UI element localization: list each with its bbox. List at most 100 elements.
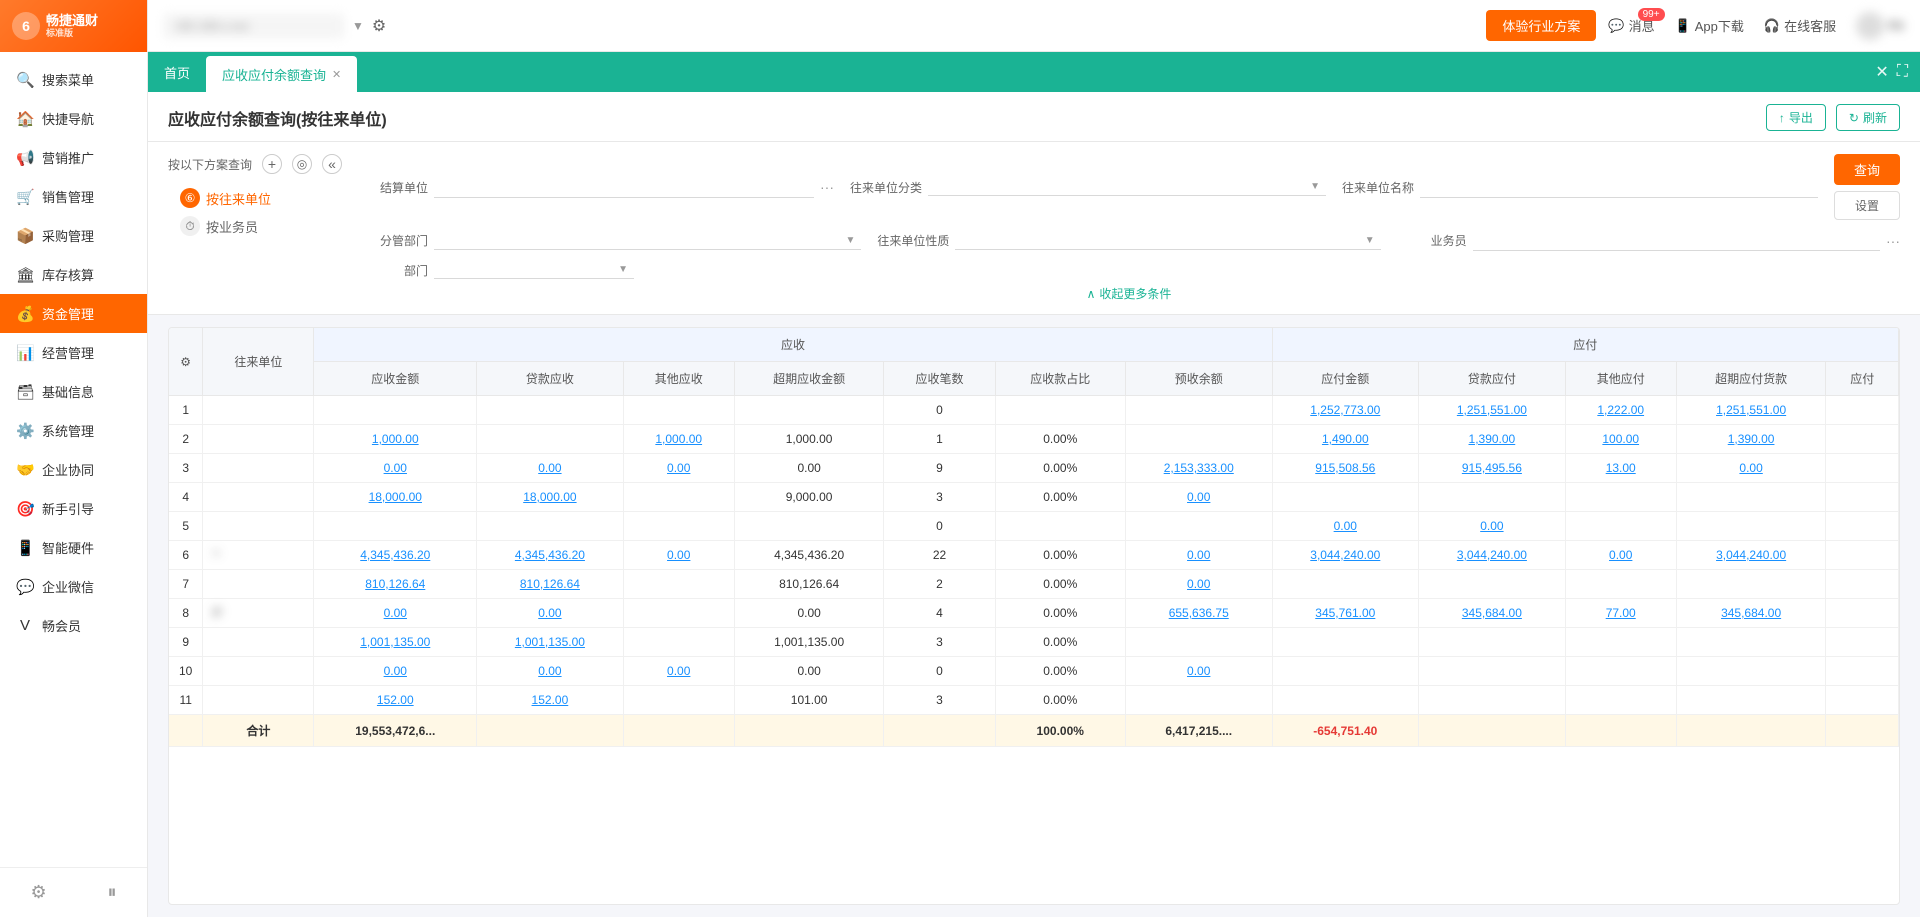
td-ap-other[interactable] — [1565, 512, 1676, 541]
online-service[interactable]: 🎧 在线客服 — [1764, 16, 1836, 35]
td-ap-other[interactable]: 1,222.00 — [1565, 396, 1676, 425]
td-ar-other[interactable] — [623, 512, 734, 541]
td-ap-other[interactable] — [1565, 657, 1676, 686]
filter-select-laiwai-fenlei[interactable]: ▼ — [928, 178, 1326, 196]
td-ar-loan[interactable]: 4,345,436.20 — [477, 541, 624, 570]
td-ar-loan[interactable]: 810,126.64 — [477, 570, 624, 599]
td-ap-overdue[interactable] — [1676, 686, 1826, 715]
sidebar-item-marketing[interactable]: 📢营销推广 — [0, 138, 147, 177]
td-ap-amount[interactable]: 915,508.56 — [1272, 454, 1419, 483]
setting-btn[interactable]: 设置 — [1834, 191, 1900, 220]
td-ap-amount[interactable] — [1272, 570, 1419, 599]
td-ar-loan[interactable]: 0.00 — [477, 657, 624, 686]
sidebar-item-hardware[interactable]: 📱智能硬件 — [0, 528, 147, 567]
td-ap-other[interactable]: 77.00 — [1565, 599, 1676, 628]
th-settings[interactable]: ⚙ — [169, 328, 203, 396]
td-ar-prepay[interactable] — [1125, 396, 1272, 425]
td-ar-prepay[interactable]: 2,153,333.00 — [1125, 454, 1272, 483]
td-ar-other[interactable] — [623, 570, 734, 599]
td-ar-amount[interactable] — [314, 512, 477, 541]
td-ar-other[interactable] — [623, 483, 734, 512]
sidebar-item-member[interactable]: V畅会员 — [0, 606, 147, 645]
filter-input-yewuyuan[interactable] — [1473, 230, 1880, 251]
topnav-addr-arrow-icon[interactable]: ▼ — [352, 19, 364, 33]
td-ar-amount[interactable]: 0.00 — [314, 599, 477, 628]
td-ar-prepay[interactable]: 0.00 — [1125, 541, 1272, 570]
td-ap-other[interactable] — [1565, 686, 1676, 715]
sidebar-item-base[interactable]: 🗃基础信息 — [0, 372, 147, 411]
td-ap-amount[interactable]: 345,761.00 — [1272, 599, 1419, 628]
topnav-message[interactable]: 💬 消息 99+ — [1608, 16, 1654, 35]
td-ar-amount[interactable]: 152.00 — [314, 686, 477, 715]
td-ap-overdue[interactable]: 3,044,240.00 — [1676, 541, 1826, 570]
td-ap-amount[interactable] — [1272, 628, 1419, 657]
td-ar-loan[interactable]: 152.00 — [477, 686, 624, 715]
td-ar-amount[interactable]: 1,000.00 — [314, 425, 477, 454]
td-ar-amount[interactable]: 1,001,135.00 — [314, 628, 477, 657]
tabbar-maximize-icon[interactable]: ⛶ — [1897, 63, 1908, 81]
td-ar-loan[interactable] — [477, 425, 624, 454]
td-ar-loan[interactable] — [477, 396, 624, 425]
td-ar-loan[interactable] — [477, 512, 624, 541]
td-ar-loan[interactable]: 1,001,135.00 — [477, 628, 624, 657]
sidebar-item-operation[interactable]: 📊经营管理 — [0, 333, 147, 372]
trial-btn[interactable]: 体验行业方案 — [1486, 10, 1596, 41]
td-ap-loan[interactable]: 915,495.56 — [1419, 454, 1566, 483]
filter-dots-yewuyuan[interactable]: ··· — [1886, 233, 1900, 249]
td-ap-loan[interactable]: 1,251,551.00 — [1419, 396, 1566, 425]
sidebar-collapse-icon[interactable]: ⏸ — [102, 876, 123, 909]
tab-close-icon[interactable]: ✕ — [332, 68, 341, 81]
td-ar-amount[interactable] — [314, 396, 477, 425]
td-ar-other[interactable] — [623, 396, 734, 425]
topnav-gear-icon[interactable]: ⚙ — [372, 16, 386, 36]
filter-select-fenguan[interactable]: ▼ — [434, 232, 861, 250]
td-ap-overdue[interactable] — [1676, 512, 1826, 541]
td-ap-loan[interactable]: 345,684.00 — [1419, 599, 1566, 628]
sidebar-item-sales[interactable]: 🛒销售管理 — [0, 177, 147, 216]
refresh-btn[interactable]: ↻ 刷新 — [1836, 104, 1900, 131]
td-ar-other[interactable]: 0.00 — [623, 657, 734, 686]
collapse-more-btn[interactable]: ∧ 收起更多条件 — [358, 279, 1900, 302]
td-ap-loan[interactable] — [1419, 686, 1566, 715]
td-ap-amount[interactable] — [1272, 657, 1419, 686]
td-ap-other[interactable] — [1565, 570, 1676, 599]
td-ar-other[interactable]: 1,000.00 — [623, 425, 734, 454]
filter-input-jiesuan[interactable] — [434, 177, 814, 198]
td-ar-prepay[interactable]: 0.00 — [1125, 483, 1272, 512]
table-wrap[interactable]: ⚙ 往来单位 应收 应付 应收金额 贷款应收 其他应收 超期应收金额 应收笔数 — [168, 327, 1900, 905]
td-ar-other[interactable] — [623, 686, 734, 715]
td-ap-amount[interactable]: 3,044,240.00 — [1272, 541, 1419, 570]
filter-scheme-btn[interactable]: ◎ — [292, 154, 312, 174]
filter-input-laiwai-name[interactable] — [1420, 177, 1818, 198]
sidebar-settings-icon[interactable]: ⚙ — [24, 876, 52, 909]
export-btn[interactable]: ↑ 导出 — [1766, 104, 1826, 131]
td-ar-prepay[interactable] — [1125, 686, 1272, 715]
mode-by-salesman[interactable]: ⏱ 按业务员 — [172, 212, 342, 240]
td-ap-overdue[interactable]: 345,684.00 — [1676, 599, 1826, 628]
sidebar-item-corp[interactable]: 🤝企业协同 — [0, 450, 147, 489]
td-ap-overdue[interactable]: 1,251,551.00 — [1676, 396, 1826, 425]
td-ar-prepay[interactable] — [1125, 512, 1272, 541]
td-ap-overdue[interactable]: 0.00 — [1676, 454, 1826, 483]
td-ap-other[interactable]: 0.00 — [1565, 541, 1676, 570]
td-ar-amount[interactable]: 18,000.00 — [314, 483, 477, 512]
td-ar-loan[interactable]: 18,000.00 — [477, 483, 624, 512]
td-ar-prepay[interactable]: 0.00 — [1125, 657, 1272, 686]
td-ap-loan[interactable] — [1419, 570, 1566, 599]
sidebar-item-warehouse[interactable]: 🏛库存核算 — [0, 255, 147, 294]
td-ap-overdue[interactable] — [1676, 628, 1826, 657]
td-ap-loan[interactable] — [1419, 483, 1566, 512]
filter-select-xingzhi[interactable]: ▼ — [955, 232, 1380, 250]
td-ar-amount[interactable]: 0.00 — [314, 657, 477, 686]
td-ap-overdue[interactable] — [1676, 570, 1826, 599]
tabbar-close-icon[interactable]: ✕ — [1875, 62, 1888, 82]
td-ap-amount[interactable] — [1272, 483, 1419, 512]
td-ar-amount[interactable]: 810,126.64 — [314, 570, 477, 599]
td-ar-prepay[interactable]: 655,636.75 — [1125, 599, 1272, 628]
sidebar-item-finance[interactable]: 💰资金管理 — [0, 294, 147, 333]
td-ar-other[interactable] — [623, 628, 734, 657]
td-ap-amount[interactable]: 0.00 — [1272, 512, 1419, 541]
sidebar-item-newbie[interactable]: 🎯新手引导 — [0, 489, 147, 528]
td-ar-other[interactable] — [623, 599, 734, 628]
tab-araplookup[interactable]: 应收应付余额查询 ✕ — [206, 56, 357, 92]
